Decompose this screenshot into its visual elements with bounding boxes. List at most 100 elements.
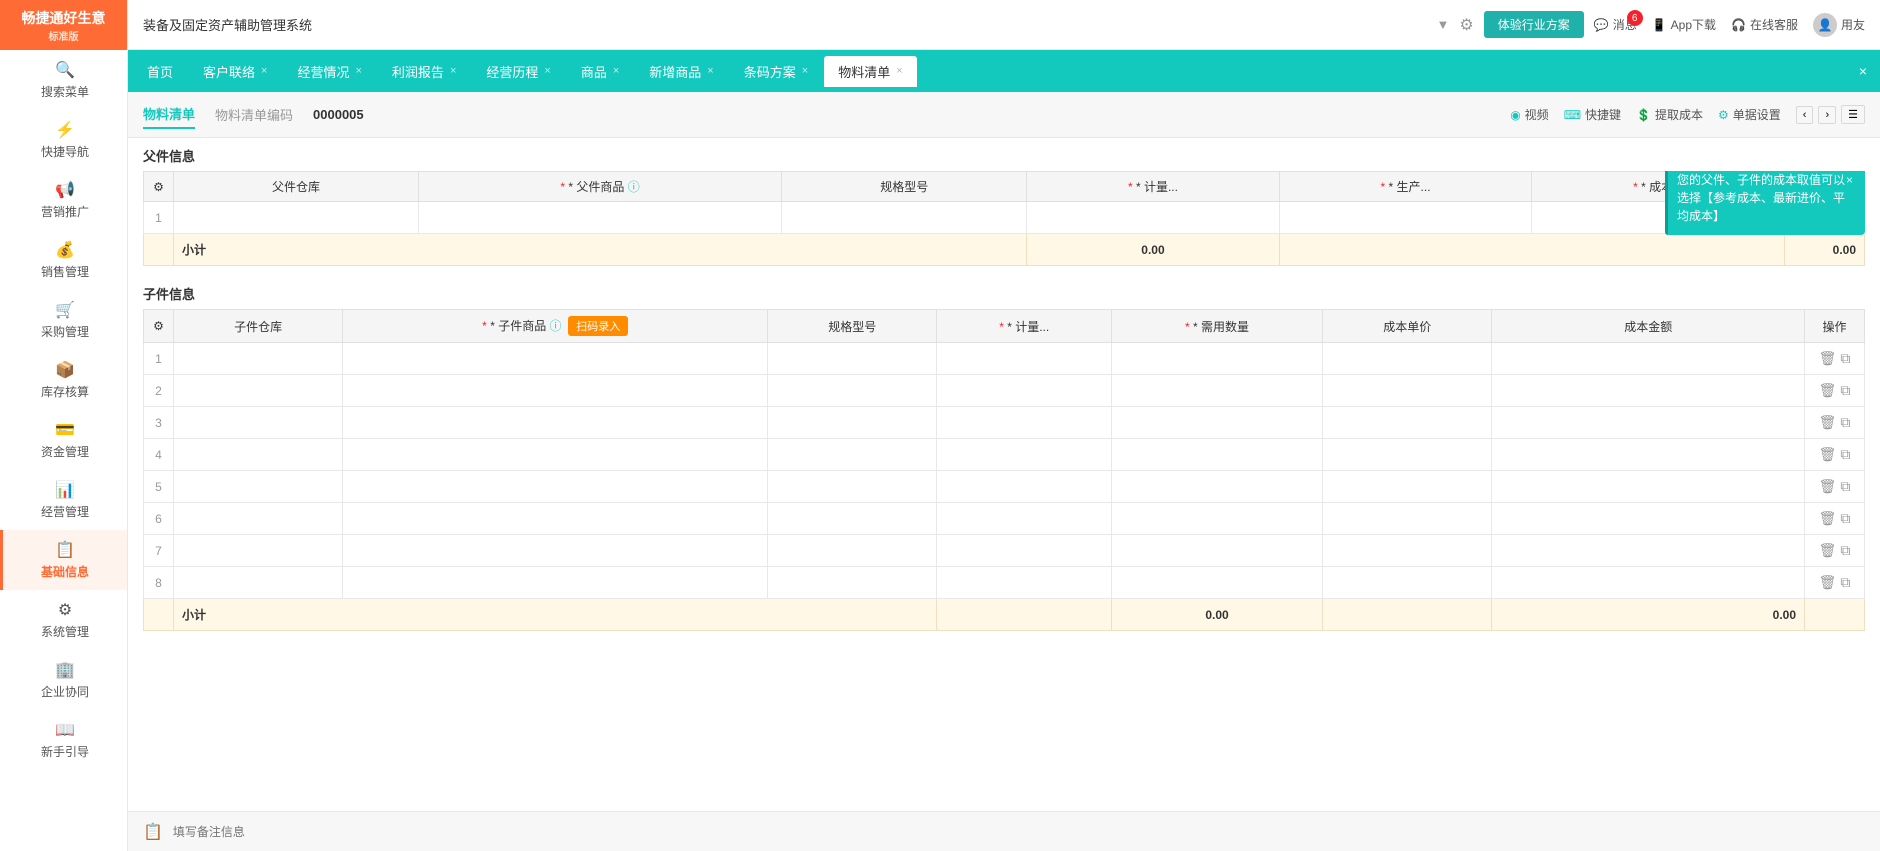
tab-profit-report-close[interactable]: × (450, 65, 456, 77)
child-warehouse-cell[interactable] (174, 439, 343, 471)
child-quantity-cell[interactable] (1112, 343, 1323, 375)
tabs-close-button[interactable]: × (1851, 63, 1875, 79)
tab-operation-history[interactable]: 经营历程 × (472, 56, 564, 87)
child-unit-cost-cell[interactable] (1323, 535, 1492, 567)
child-warehouse-cell[interactable] (174, 407, 343, 439)
delete-icon[interactable]: 🗑 (1819, 350, 1837, 367)
child-goods-cell[interactable] (343, 407, 768, 439)
sidebar-item-guide[interactable]: 📖 新手引导 (0, 710, 127, 770)
parent-produce-cell[interactable] (1279, 202, 1532, 234)
child-goods-cell[interactable] (343, 567, 768, 599)
child-unit-cost-cell[interactable] (1323, 503, 1492, 535)
child-goods-cell[interactable] (343, 343, 768, 375)
tab-barcode-plan[interactable]: 条码方案 × (730, 56, 822, 87)
parent-spec-cell[interactable] (782, 202, 1027, 234)
action-extract-cost[interactable]: 💲 提取成本 (1636, 106, 1703, 123)
tab-barcode-plan-close[interactable]: × (802, 65, 808, 77)
gear-icon[interactable]: ⚙ (1459, 15, 1473, 35)
child-spec-cell[interactable] (768, 471, 937, 503)
child-quantity-cell[interactable] (1112, 375, 1323, 407)
delete-icon[interactable]: 🗑 (1819, 382, 1837, 399)
parent-warehouse-cell[interactable] (174, 202, 419, 234)
child-spec-cell[interactable] (768, 567, 937, 599)
app-download-item[interactable]: 📱 App下载 (1652, 16, 1716, 33)
copy-icon[interactable]: ⧉ (1840, 574, 1850, 591)
notification-item[interactable]: 💬 6 消息 (1594, 16, 1637, 33)
copy-icon[interactable]: ⧉ (1840, 446, 1850, 463)
user-item[interactable]: 👤 用友 (1813, 13, 1865, 37)
notes-input[interactable] (173, 825, 1865, 839)
tab-add-goods-close[interactable]: × (707, 65, 713, 77)
copy-icon[interactable]: ⧉ (1840, 414, 1850, 431)
child-unit-cost-cell[interactable] (1323, 471, 1492, 503)
sidebar-item-quick-nav[interactable]: ⚡ 快捷导航 (0, 110, 127, 170)
parent-col-settings[interactable]: ⚙ (144, 172, 174, 202)
child-spec-cell[interactable] (768, 343, 937, 375)
copy-icon[interactable]: ⧉ (1840, 510, 1850, 527)
child-warehouse-cell[interactable] (174, 375, 343, 407)
child-quantity-cell[interactable] (1112, 471, 1323, 503)
child-warehouse-cell[interactable] (174, 343, 343, 375)
child-quantity-cell[interactable] (1112, 503, 1323, 535)
child-warehouse-cell[interactable] (174, 471, 343, 503)
sidebar-item-operation[interactable]: 📊 经营管理 (0, 470, 127, 530)
child-quantity-cell[interactable] (1112, 567, 1323, 599)
delete-icon[interactable]: 🗑 (1819, 542, 1837, 559)
child-warehouse-cell[interactable] (174, 503, 343, 535)
sidebar-item-sales[interactable]: 💰 销售管理 (0, 230, 127, 290)
sidebar-item-basic-info[interactable]: 📋 基础信息 (0, 530, 127, 590)
tab-profit-report[interactable]: 利润报告 × (378, 56, 470, 87)
child-unit-cost-cell[interactable] (1323, 343, 1492, 375)
child-col-settings[interactable]: ⚙ (144, 310, 174, 343)
sidebar-item-purchase[interactable]: 🛒 采购管理 (0, 290, 127, 350)
tab-operation-status[interactable]: 经营情况 × (283, 56, 375, 87)
tooltip-close-btn[interactable]: × (1846, 171, 1853, 189)
child-quantity-cell[interactable] (1112, 439, 1323, 471)
delete-icon[interactable]: 🗑 (1819, 446, 1837, 463)
sidebar-item-enterprise[interactable]: 🏢 企业协同 (0, 650, 127, 710)
action-view[interactable]: ◉ 视频 (1510, 106, 1549, 123)
tab-bom-list-close[interactable]: × (896, 65, 902, 77)
child-unit-cost-cell[interactable] (1323, 439, 1492, 471)
delete-icon[interactable]: 🗑 (1819, 510, 1837, 527)
tab-operation-status-close[interactable]: × (355, 65, 361, 77)
delete-icon[interactable]: 🗑 (1819, 478, 1837, 495)
sub-tab-bom-list[interactable]: 物料清单 (143, 100, 195, 129)
child-quantity-cell[interactable] (1112, 407, 1323, 439)
child-warehouse-cell[interactable] (174, 567, 343, 599)
child-warehouse-cell[interactable] (174, 535, 343, 567)
sidebar-item-system[interactable]: ⚙ 系统管理 (0, 590, 127, 650)
sidebar-item-marketing[interactable]: 📢 营销推广 (0, 170, 127, 230)
dropdown-arrow-icon[interactable]: ▼ (1437, 17, 1450, 32)
child-goods-cell[interactable] (343, 503, 768, 535)
child-goods-cell[interactable] (343, 439, 768, 471)
child-unit-cost-cell[interactable] (1323, 567, 1492, 599)
sidebar-item-search[interactable]: 🔍 搜索菜单 (0, 50, 127, 110)
tab-goods-close[interactable]: × (613, 65, 619, 77)
tab-add-goods[interactable]: 新增商品 × (635, 56, 727, 87)
tab-goods[interactable]: 商品 × (567, 56, 633, 87)
copy-icon[interactable]: ⧉ (1840, 478, 1850, 495)
prev-page-btn[interactable]: ‹ (1796, 106, 1814, 124)
parent-goods-cell[interactable] (418, 202, 781, 234)
delete-icon[interactable]: 🗑 (1819, 574, 1837, 591)
child-unit-cell[interactable] (937, 503, 1112, 535)
scan-input-btn[interactable]: 扫码录入 (568, 316, 628, 336)
child-goods-cell[interactable] (343, 535, 768, 567)
trial-button[interactable]: 体验行业方案 (1484, 11, 1584, 38)
child-unit-cell[interactable] (937, 407, 1112, 439)
child-unit-cost-cell[interactable] (1323, 375, 1492, 407)
child-unit-cost-cell[interactable] (1323, 407, 1492, 439)
child-unit-cell[interactable] (937, 375, 1112, 407)
child-spec-cell[interactable] (768, 535, 937, 567)
tab-bom-list[interactable]: 物料清单 × (824, 56, 916, 87)
sidebar-item-finance[interactable]: 💳 资金管理 (0, 410, 127, 470)
child-unit-cell[interactable] (937, 343, 1112, 375)
sidebar-item-inventory[interactable]: 📦 库存核算 (0, 350, 127, 410)
action-single-settings[interactable]: ⚙ 单据设置 (1718, 106, 1781, 123)
tab-customer[interactable]: 客户联络 × (189, 56, 281, 87)
parent-unit-cell[interactable] (1027, 202, 1280, 234)
tab-operation-history-close[interactable]: × (544, 65, 550, 77)
child-unit-cell[interactable] (937, 471, 1112, 503)
child-spec-cell[interactable] (768, 439, 937, 471)
